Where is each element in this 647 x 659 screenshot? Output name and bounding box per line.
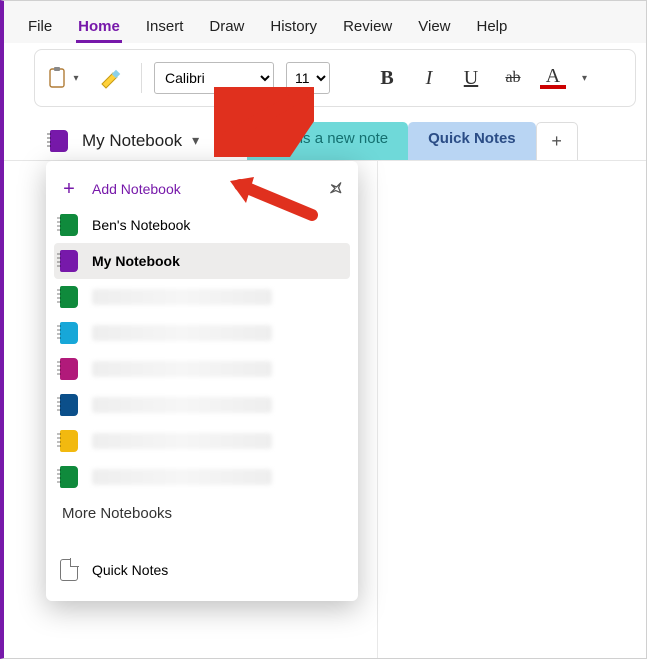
menu-review[interactable]: Review — [341, 14, 394, 43]
tab-quick-notes[interactable]: Quick Notes — [408, 122, 536, 160]
notebook-label — [92, 433, 272, 449]
notebook-label — [92, 289, 272, 305]
notebook-label — [92, 397, 272, 413]
notebook-icon — [60, 394, 78, 416]
notebook-icon — [60, 250, 78, 272]
tab-new-note[interactable]: This is a new note — [247, 122, 408, 160]
menu-history[interactable]: History — [268, 14, 319, 43]
add-notebook-button[interactable]: + Add Notebook — [54, 171, 350, 207]
page-icon — [60, 559, 78, 581]
notebook-dropdown: + Add Notebook Ben's Notebook My Notebook… — [46, 161, 358, 601]
italic-button[interactable]: I — [414, 67, 444, 90]
more-notebooks-link[interactable]: More Notebooks — [54, 495, 350, 522]
bold-button[interactable]: B — [372, 67, 402, 90]
notebook-icon — [60, 466, 78, 488]
add-notebook-label: Add Notebook — [92, 181, 181, 197]
menu-home[interactable]: Home — [76, 14, 122, 43]
pin-icon[interactable] — [321, 176, 347, 202]
quick-notes-button[interactable]: Quick Notes — [54, 553, 350, 587]
notebook-label — [92, 325, 272, 341]
font-family-select[interactable]: Calibri — [154, 62, 274, 94]
chevron-down-icon: ▾ — [73, 73, 78, 84]
chevron-down-icon[interactable]: ▾ — [582, 73, 587, 84]
ribbon: ▾ Calibri 11 B I U ab A ▾ — [34, 49, 636, 107]
menu-insert[interactable]: Insert — [144, 14, 186, 43]
notebook-item[interactable] — [54, 387, 350, 423]
notebook-item[interactable]: Ben's Notebook — [54, 207, 350, 243]
menu-file[interactable]: File — [26, 14, 54, 43]
notebook-item[interactable] — [54, 351, 350, 387]
current-notebook-button[interactable]: My Notebook — [82, 131, 182, 151]
separator — [141, 63, 142, 93]
menu-draw[interactable]: Draw — [207, 14, 246, 43]
notebook-item[interactable]: My Notebook — [54, 243, 350, 279]
notebook-icon — [50, 130, 68, 152]
notebook-label — [92, 469, 272, 485]
paste-button[interactable]: ▾ — [45, 60, 81, 96]
notebook-label — [92, 361, 272, 377]
menu-bar: File Home Insert Draw History Review View Help — [4, 1, 646, 43]
quick-notes-label: Quick Notes — [92, 562, 168, 578]
notebook-icon — [60, 214, 78, 236]
add-section-button[interactable]: + — [536, 122, 578, 160]
notebook-icon — [60, 322, 78, 344]
strikethrough-button[interactable]: ab — [498, 69, 528, 87]
notebook-item[interactable] — [54, 279, 350, 315]
chevron-down-icon[interactable]: ▾ — [192, 132, 199, 149]
menu-help[interactable]: Help — [475, 14, 510, 43]
menu-view[interactable]: View — [416, 14, 452, 43]
font-size-select[interactable]: 11 — [286, 62, 330, 94]
notebook-bar: My Notebook ▾ This is a new note Quick N… — [4, 121, 646, 161]
notebook-item[interactable] — [54, 459, 350, 495]
notebook-icon — [60, 358, 78, 380]
notebook-label: Ben's Notebook — [92, 217, 190, 233]
notebook-icon — [60, 286, 78, 308]
notebook-label: My Notebook — [92, 253, 180, 269]
section-tabs: This is a new note Quick Notes + — [247, 122, 577, 160]
divider — [377, 161, 378, 658]
notebook-item[interactable] — [54, 315, 350, 351]
notebook-item[interactable] — [54, 423, 350, 459]
plus-icon: + — [60, 178, 78, 201]
font-color-button[interactable]: A — [540, 67, 566, 89]
notebook-icon — [60, 430, 78, 452]
format-painter-button[interactable] — [93, 60, 129, 96]
underline-button[interactable]: U — [456, 67, 486, 90]
